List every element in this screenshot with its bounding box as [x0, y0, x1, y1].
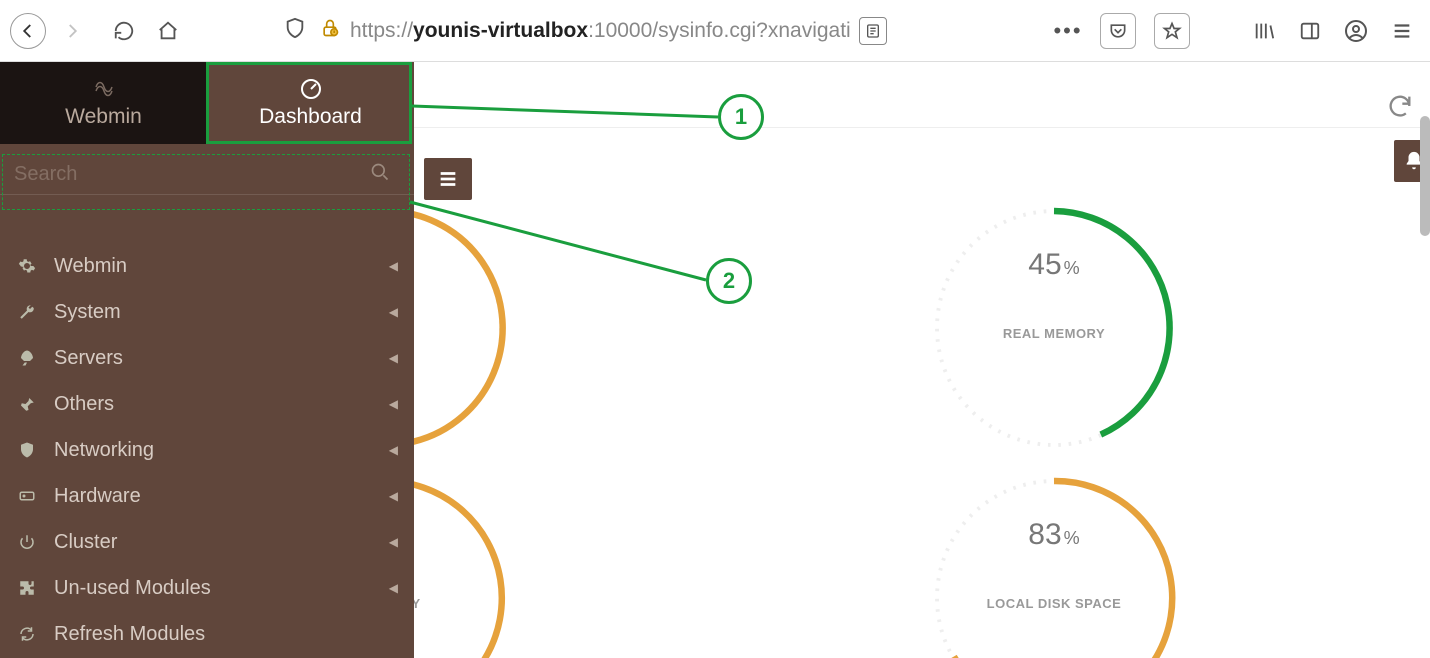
more-icon[interactable]: ••• — [1054, 17, 1082, 45]
nav-label: Cluster — [54, 531, 117, 554]
search-wrap — [0, 154, 414, 195]
chevron-left-icon: ◀ — [389, 351, 398, 365]
nav-item-system[interactable]: System ◀ — [0, 289, 414, 335]
content-area: CPU 45% REAL MEMORY L MEMORY — [414, 62, 1430, 658]
nav-item-unused-modules[interactable]: Un-used Modules ◀ — [0, 565, 414, 611]
back-button[interactable] — [10, 13, 46, 49]
shield-icon — [18, 441, 44, 459]
puzzle-icon — [18, 579, 44, 597]
nav-label: Servers — [54, 347, 123, 370]
chevron-left-icon: ◀ — [389, 305, 398, 319]
nav-label: Un-used Modules — [54, 577, 211, 600]
chevron-left-icon: ◀ — [389, 489, 398, 503]
url-text: https://younis-virtualbox:10000/sysinfo.… — [350, 19, 851, 43]
refresh-dashboard-button[interactable] — [1380, 86, 1420, 126]
nav-item-networking[interactable]: Networking ◀ — [0, 427, 414, 473]
nav-item-refresh-modules[interactable]: Refresh Modules — [0, 611, 414, 657]
gauge-disk-value: 83% — [924, 518, 1184, 552]
pin-icon — [18, 395, 44, 413]
address-bar[interactable]: https://younis-virtualbox:10000/sysinfo.… — [284, 16, 1054, 45]
gauge-virtual-memory: L MEMORY — [414, 468, 544, 658]
rocket-icon — [18, 349, 44, 367]
reload-button[interactable] — [106, 13, 142, 49]
browser-toolbar: https://younis-virtualbox:10000/sysinfo.… — [0, 0, 1430, 62]
gauge-cpu: CPU — [414, 198, 544, 458]
nav-item-others[interactable]: Others ◀ — [0, 381, 414, 427]
power-icon — [18, 533, 44, 551]
nav-label: Networking — [54, 439, 154, 462]
account-icon[interactable] — [1342, 17, 1370, 45]
wrench-icon — [18, 303, 44, 321]
gauge-real-memory-value: 45% — [924, 248, 1184, 282]
nav-label: Hardware — [54, 485, 141, 508]
nav-section: Webmin ◀ System ◀ Servers ◀ Others ◀ Net… — [0, 243, 414, 657]
gauge-real-memory: 45% REAL MEMORY — [924, 198, 1184, 458]
gauge-virtual-memory-label: L MEMORY — [414, 596, 514, 611]
gear-icon — [18, 257, 44, 275]
webmin-logo-icon — [90, 77, 118, 101]
tracking-shield-icon[interactable] — [284, 16, 306, 45]
nav-label: Webmin — [54, 255, 127, 278]
tab-webmin-label: Webmin — [65, 105, 142, 129]
search-icon[interactable] — [370, 162, 390, 187]
tab-webmin[interactable]: Webmin — [0, 62, 207, 144]
home-button[interactable] — [150, 13, 186, 49]
nav-item-webmin[interactable]: Webmin ◀ — [0, 243, 414, 289]
chevron-left-icon: ◀ — [389, 581, 398, 595]
nav-item-hardware[interactable]: Hardware ◀ — [0, 473, 414, 519]
sidebar: Webmin Dashboard Webmin ◀ — [0, 62, 414, 658]
nav-label: Refresh Modules — [54, 623, 205, 646]
nav-item-cluster[interactable]: Cluster ◀ — [0, 519, 414, 565]
bookmark-star-icon[interactable] — [1154, 13, 1190, 49]
menu-icon[interactable] — [1388, 17, 1416, 45]
tab-dashboard-label: Dashboard — [259, 105, 362, 129]
tab-dashboard[interactable]: Dashboard — [207, 62, 414, 144]
chevron-left-icon: ◀ — [389, 443, 398, 457]
disk-icon — [18, 487, 44, 505]
chevron-left-icon: ◀ — [389, 397, 398, 411]
chevron-left-icon: ◀ — [389, 535, 398, 549]
chevron-left-icon: ◀ — [389, 259, 398, 273]
forward-button[interactable] — [54, 13, 90, 49]
pocket-icon[interactable] — [1100, 13, 1136, 49]
refresh-icon — [18, 625, 44, 643]
gauge-disk-label: LOCAL DISK SPACE — [924, 596, 1184, 611]
security-lock-icon[interactable] — [320, 17, 340, 44]
toolbar-right: ••• — [1054, 13, 1416, 49]
content-header — [414, 62, 1430, 128]
gauge-icon — [298, 77, 324, 101]
nav-label: System — [54, 301, 121, 324]
sidebar-toggle-icon[interactable] — [1296, 17, 1324, 45]
gauge-cpu-label: CPU — [414, 326, 514, 341]
reader-mode-icon[interactable] — [859, 17, 887, 45]
library-icon[interactable] — [1250, 17, 1278, 45]
gauge-real-memory-label: REAL MEMORY — [924, 326, 1184, 341]
nav-item-servers[interactable]: Servers ◀ — [0, 335, 414, 381]
search-input[interactable] — [10, 154, 404, 194]
nav-label: Others — [54, 393, 114, 416]
gauge-disk: 83% LOCAL DISK SPACE — [924, 468, 1184, 658]
